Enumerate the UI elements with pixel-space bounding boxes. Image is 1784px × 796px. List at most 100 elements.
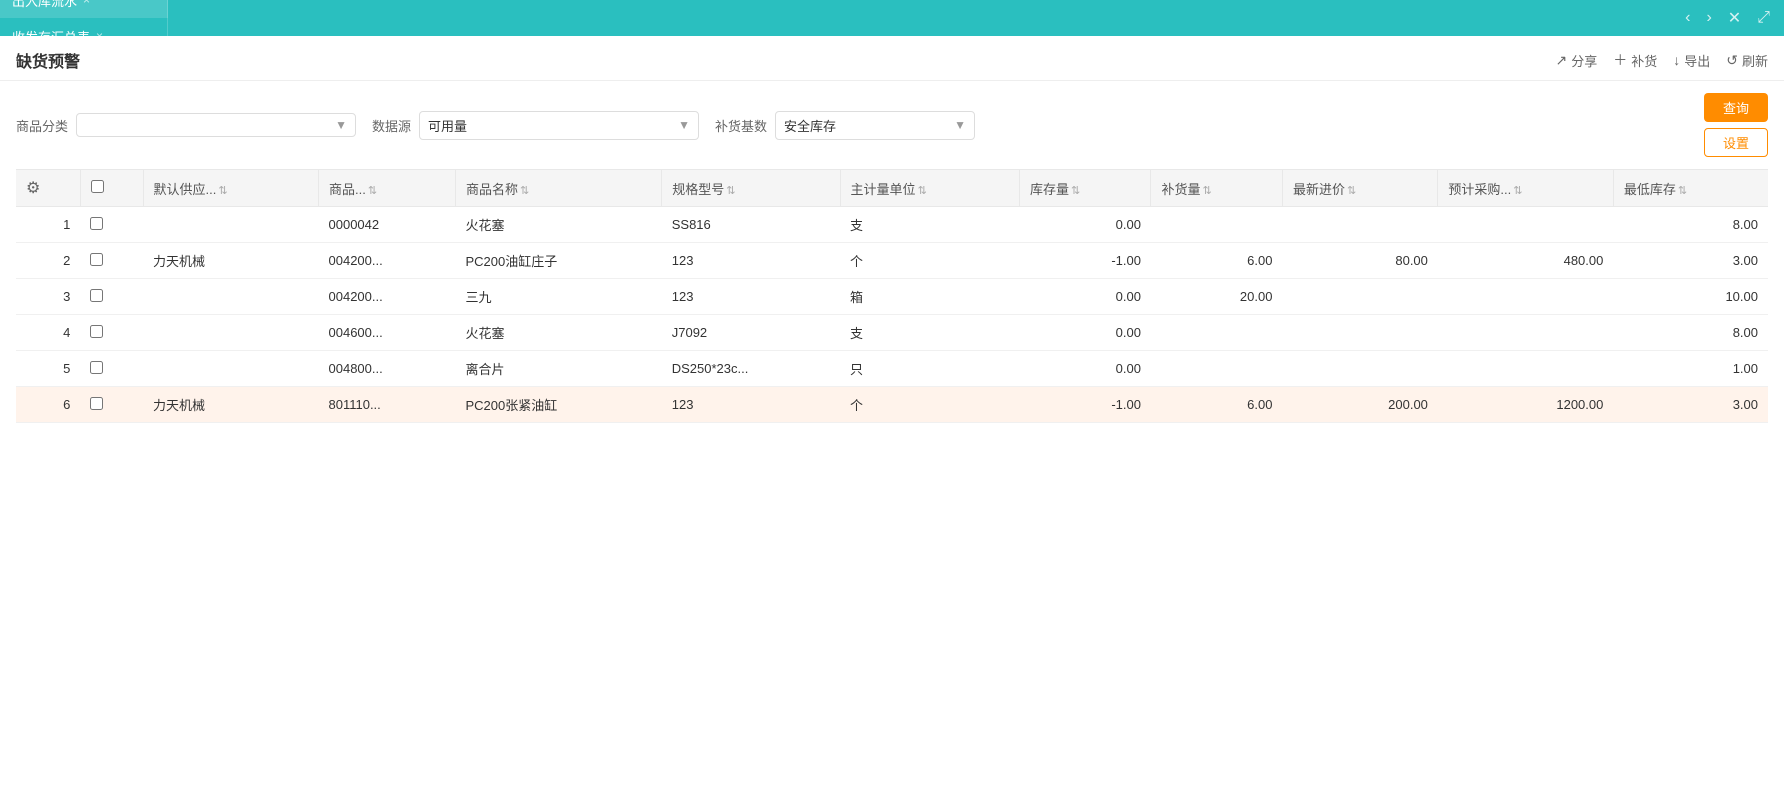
sort-icon-7[interactable]: ⇅ <box>1071 185 1080 197</box>
row-price: 200.00 <box>1282 387 1437 423</box>
settings-icon[interactable]: ⚙ <box>26 180 40 197</box>
row-supplement: 20.00 <box>1151 279 1282 315</box>
row-check[interactable] <box>80 207 143 243</box>
col-header-2[interactable]: 默认供应...⇅ <box>143 170 318 207</box>
nav-tab-5[interactable]: 出入库流水× <box>0 0 168 18</box>
row-supplement: 6.00 <box>1151 243 1282 279</box>
row-supplement: 6.00 <box>1151 387 1282 423</box>
query-button[interactable]: 查询 <box>1704 93 1768 122</box>
row-est-purchase <box>1438 351 1613 387</box>
col-header-9[interactable]: 最新进价⇅ <box>1282 170 1437 207</box>
sort-icon-11[interactable]: ⇅ <box>1678 185 1687 197</box>
col-header-5[interactable]: 规格型号⇅ <box>662 170 840 207</box>
row-checkbox[interactable] <box>90 217 103 230</box>
row-min-stock: 8.00 <box>1613 207 1768 243</box>
nav-close[interactable]: ✕ <box>1722 6 1747 30</box>
sort-icon-8[interactable]: ⇅ <box>1202 185 1211 197</box>
row-spec: 123 <box>662 387 840 423</box>
row-check[interactable] <box>80 351 143 387</box>
row-stock: 0.00 <box>1020 279 1151 315</box>
sort-icon-5[interactable]: ⇅ <box>726 185 735 197</box>
row-checkbox[interactable] <box>90 325 103 338</box>
datasource-label: 数据源 <box>372 116 411 135</box>
sort-icon-4[interactable]: ⇅ <box>520 185 529 197</box>
row-supplement <box>1151 315 1282 351</box>
row-spec: DS250*23c... <box>662 351 840 387</box>
分享-label: 分享 <box>1571 51 1597 70</box>
row-unit: 箱 <box>840 279 1019 315</box>
补货-icon: ＋ <box>1613 50 1627 70</box>
刷新-label: 刷新 <box>1742 51 1768 70</box>
col-header-10[interactable]: 预计采购...⇅ <box>1438 170 1613 207</box>
col-header-1 <box>80 170 143 207</box>
row-stock: 0.00 <box>1020 315 1151 351</box>
sort-icon-6[interactable]: ⇅ <box>918 185 927 197</box>
row-check[interactable] <box>80 387 143 423</box>
col-header-8[interactable]: 补货量⇅ <box>1151 170 1282 207</box>
datasource-select[interactable]: 可用量 ▼ <box>419 111 699 140</box>
nav-next[interactable]: › <box>1700 7 1717 29</box>
row-est-purchase <box>1438 315 1613 351</box>
nav-prev[interactable]: ‹ <box>1679 7 1696 29</box>
datasource-value: 可用量 <box>428 116 467 135</box>
row-name: 三九 <box>455 279 661 315</box>
page-header: 缺货预警 ↗分享 ＋补货 ↓导出 ↺刷新 <box>0 36 1784 81</box>
nav-tab-close-6[interactable]: × <box>96 29 103 36</box>
table-row[interactable]: 10000042火花塞SS816支0.008.00 <box>16 207 1768 243</box>
header-action-导出[interactable]: ↓导出 <box>1673 51 1710 70</box>
category-select[interactable]: ▼ <box>76 113 356 137</box>
col-header-7[interactable]: 库存量⇅ <box>1020 170 1151 207</box>
category-label: 商品分类 <box>16 116 68 135</box>
row-supplement <box>1151 207 1282 243</box>
row-checkbox[interactable] <box>90 361 103 374</box>
replenish-label: 补货基数 <box>715 116 767 135</box>
col-header-11[interactable]: 最低库存⇅ <box>1613 170 1768 207</box>
table-row[interactable]: 4004600...火花塞J7092支0.008.00 <box>16 315 1768 351</box>
row-num: 2 <box>16 243 80 279</box>
table-row[interactable]: 3004200...三九123箱0.0020.0010.00 <box>16 279 1768 315</box>
row-checkbox[interactable] <box>90 289 103 302</box>
col-header-0: ⚙ <box>16 170 80 207</box>
select-all-checkbox[interactable] <box>91 180 104 193</box>
row-check[interactable] <box>80 243 143 279</box>
row-est-purchase <box>1438 279 1613 315</box>
table-row[interactable]: 6力天机械801110...PC200张紧油缸123个-1.006.00200.… <box>16 387 1768 423</box>
row-supplier <box>143 207 318 243</box>
filter-actions: 查询 设置 <box>1704 93 1768 157</box>
replenish-arrow-icon: ▼ <box>954 118 966 132</box>
导出-icon: ↓ <box>1673 52 1680 68</box>
sort-icon-3[interactable]: ⇅ <box>368 185 377 197</box>
row-stock: 0.00 <box>1020 207 1151 243</box>
table-row[interactable]: 5004800...离合片DS250*23c...只0.001.00 <box>16 351 1768 387</box>
row-supplier <box>143 315 318 351</box>
header-action-分享[interactable]: ↗分享 <box>1555 51 1597 70</box>
table-row[interactable]: 2力天机械004200...PC200油缸庄子123个-1.006.0080.0… <box>16 243 1768 279</box>
replenish-select[interactable]: 安全库存 ▼ <box>775 111 975 140</box>
col-header-3[interactable]: 商品...⇅ <box>319 170 456 207</box>
page-title: 缺货预警 <box>16 48 1555 72</box>
table-container: ⚙默认供应...⇅商品...⇅商品名称⇅规格型号⇅主计量单位⇅库存量⇅补货量⇅最… <box>0 169 1784 423</box>
sort-icon-2[interactable]: ⇅ <box>218 185 227 197</box>
row-name: PC200油缸庄子 <box>455 243 661 279</box>
row-checkbox[interactable] <box>90 397 103 410</box>
row-unit: 个 <box>840 243 1019 279</box>
row-spec: J7092 <box>662 315 840 351</box>
row-price: 80.00 <box>1282 243 1437 279</box>
category-filter-group: 商品分类 ▼ <box>16 113 356 137</box>
header-action-刷新[interactable]: ↺刷新 <box>1726 51 1768 70</box>
col-header-6[interactable]: 主计量单位⇅ <box>840 170 1019 207</box>
row-checkbox[interactable] <box>90 253 103 266</box>
category-arrow-icon: ▼ <box>335 118 347 132</box>
nav-expand[interactable]: ⤢ <box>1751 7 1776 29</box>
row-check[interactable] <box>80 279 143 315</box>
sort-icon-10[interactable]: ⇅ <box>1513 185 1522 197</box>
row-check[interactable] <box>80 315 143 351</box>
row-code: 004200... <box>319 243 456 279</box>
row-num: 1 <box>16 207 80 243</box>
nav-tab-6[interactable]: 收发存汇总表× <box>0 18 168 36</box>
sort-icon-9[interactable]: ⇅ <box>1347 185 1356 197</box>
nav-tab-close-5[interactable]: × <box>83 0 90 7</box>
header-action-补货[interactable]: ＋补货 <box>1613 50 1657 70</box>
settings-button[interactable]: 设置 <box>1704 128 1768 157</box>
col-header-4[interactable]: 商品名称⇅ <box>455 170 661 207</box>
